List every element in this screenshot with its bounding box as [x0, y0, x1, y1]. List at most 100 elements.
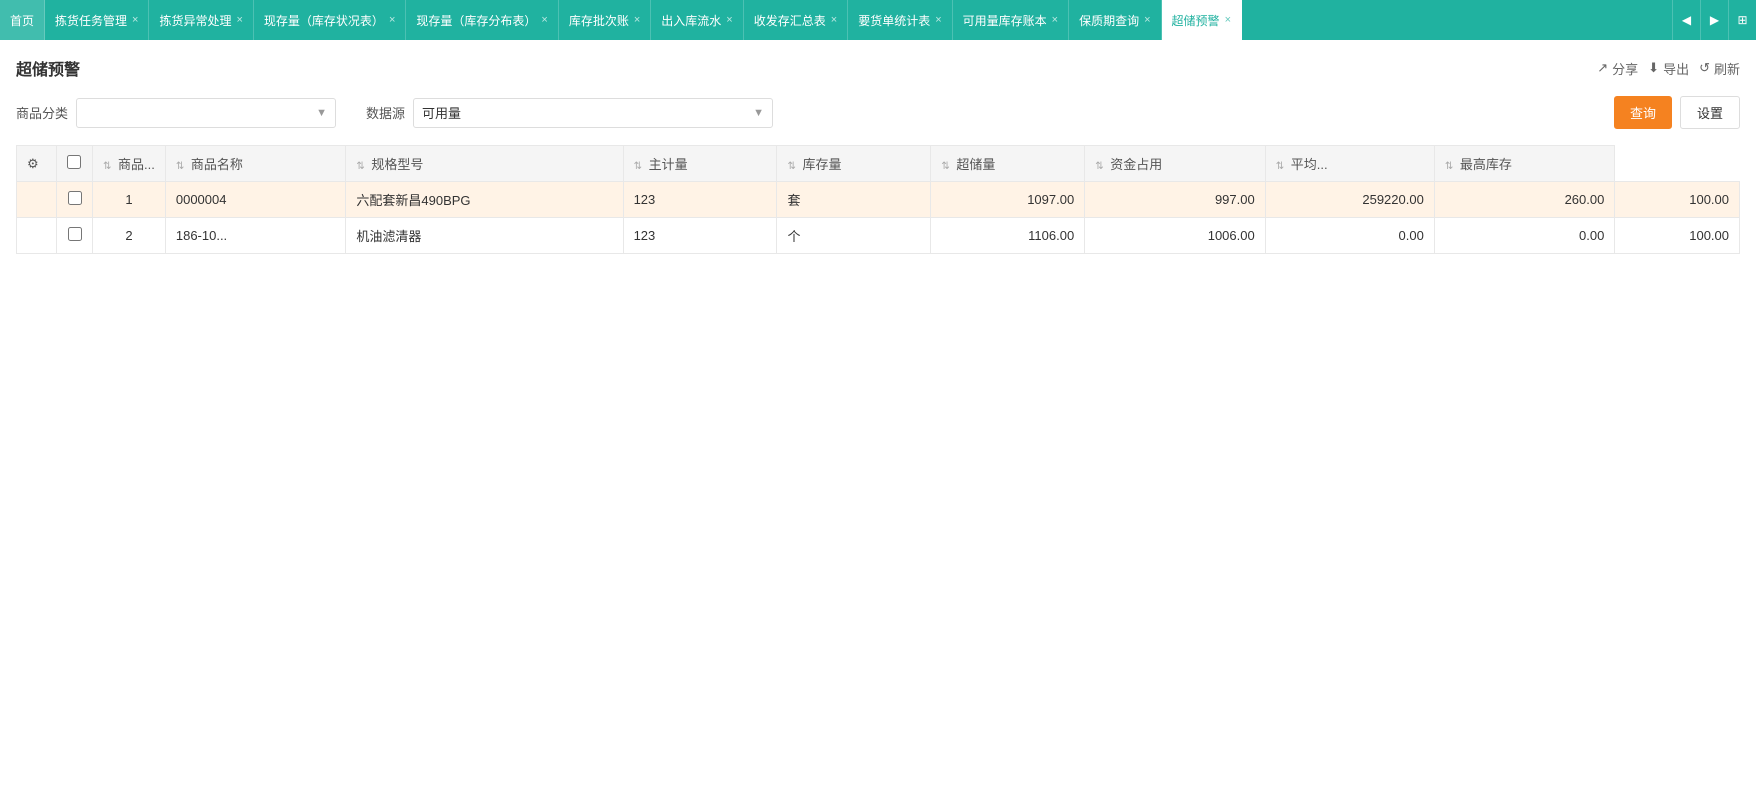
col-header-overstock[interactable]: ⇅ 超储量: [931, 146, 1085, 182]
nav-tab-inv-dist-close[interactable]: ×: [541, 14, 547, 26]
top-nav: 首页 拣货任务管理 × 拣货异常处理 × 现存量（库存状况表） × 现存量（库存…: [0, 0, 1756, 40]
row-stock: 1097.00: [931, 182, 1085, 218]
nav-tab-avail-close[interactable]: ×: [1052, 14, 1058, 26]
sort-icon-spec: ⇅: [356, 161, 364, 172]
nav-tab-task-close[interactable]: ×: [132, 14, 138, 26]
data-table: ⚙ ⇅ 商品... ⇅ 商品名称 ⇅ 规格型号 ⇅: [16, 145, 1740, 254]
refresh-button[interactable]: ↺ 刷新: [1699, 59, 1740, 78]
table-row: 2 186-10... 机油滤清器 123 个 1106.00 1006.00 …: [17, 218, 1740, 254]
export-button[interactable]: ⬇ 导出: [1648, 59, 1689, 78]
nav-expand-btn[interactable]: ⊞: [1728, 0, 1756, 40]
sort-icon-capital: ⇅: [1095, 161, 1103, 172]
col-header-max-stock[interactable]: ⇅ 最高库存: [1434, 146, 1615, 182]
gear-icon[interactable]: ⚙: [27, 156, 39, 171]
nav-tab-available[interactable]: 可用量库存账本 ×: [953, 0, 1069, 40]
nav-tab-flow-label: 出入库流水: [661, 12, 721, 29]
category-select[interactable]: ▼: [76, 98, 336, 128]
export-label: 导出: [1663, 59, 1689, 78]
row-checkbox-1[interactable]: [68, 227, 82, 241]
row-number: 2: [93, 218, 166, 254]
row-checkbox-cell[interactable]: [57, 182, 93, 218]
sort-icon-code: ⇅: [103, 161, 111, 172]
row-checkbox-0[interactable]: [68, 191, 82, 205]
export-icon: ⬇: [1648, 60, 1659, 76]
row-name: 六配套新昌490BPG: [346, 182, 623, 218]
nav-tab-inventory-status[interactable]: 现存量（库存状况表） ×: [254, 0, 406, 40]
share-label: 分享: [1612, 59, 1638, 78]
nav-tab-overstock[interactable]: 超储预警 ×: [1162, 0, 1242, 40]
sort-icon-max-stock: ⇅: [1445, 161, 1453, 172]
nav-tab-avail-label: 可用量库存账本: [963, 12, 1047, 29]
nav-tab-order-close[interactable]: ×: [935, 14, 941, 26]
nav-tab-inventory-dist[interactable]: 现存量（库存分布表） ×: [406, 0, 558, 40]
nav-tab-shelf-life[interactable]: 保质期查询 ×: [1069, 0, 1161, 40]
settings-button[interactable]: 设置: [1680, 96, 1740, 129]
nav-tab-home[interactable]: 首页: [0, 0, 45, 40]
row-settings-cell: [17, 218, 57, 254]
nav-tab-collect-close[interactable]: ×: [831, 14, 837, 26]
col-header-name[interactable]: ⇅ 商品名称: [165, 146, 346, 182]
nav-tab-inv-status-label: 现存量（库存状况表）: [264, 12, 384, 29]
share-icon: ↗: [1597, 60, 1608, 76]
row-unit: 套: [777, 182, 931, 218]
row-spec: 123: [623, 182, 777, 218]
row-unit: 个: [777, 218, 931, 254]
col-header-capital[interactable]: ⇅ 资金占用: [1085, 146, 1266, 182]
nav-arrows: ◀ ▶ ⊞: [1672, 0, 1756, 40]
sort-icon-overstock: ⇅: [941, 161, 949, 172]
row-capital: 259220.00: [1265, 182, 1434, 218]
filter-actions: 查询 设置: [1614, 96, 1740, 129]
nav-tab-batch-label: 库存批次账: [569, 12, 629, 29]
datasource-select[interactable]: 可用量 ▼: [413, 98, 773, 128]
row-avg: 0.00: [1434, 218, 1615, 254]
nav-tab-task-mgmt[interactable]: 拣货任务管理 ×: [45, 0, 149, 40]
col-header-code[interactable]: ⇅ 商品...: [93, 146, 166, 182]
nav-tab-order-stat[interactable]: 要货单统计表 ×: [848, 0, 952, 40]
datasource-chevron-icon: ▼: [753, 107, 764, 119]
col-header-settings: ⚙: [17, 146, 57, 182]
nav-tab-inv-status-close[interactable]: ×: [389, 14, 395, 26]
nav-tab-collect[interactable]: 收发存汇总表 ×: [744, 0, 848, 40]
nav-tab-shelf-close[interactable]: ×: [1144, 14, 1150, 26]
nav-tab-abnormal[interactable]: 拣货异常处理 ×: [149, 0, 253, 40]
sort-icon-unit: ⇅: [634, 161, 642, 172]
refresh-label: 刷新: [1714, 59, 1740, 78]
share-button[interactable]: ↗ 分享: [1597, 59, 1638, 78]
col-header-spec[interactable]: ⇅ 规格型号: [346, 146, 623, 182]
nav-tab-home-label: 首页: [10, 12, 34, 29]
nav-tab-abnormal-close[interactable]: ×: [236, 14, 242, 26]
col-header-unit[interactable]: ⇅ 主计量: [623, 146, 777, 182]
nav-tab-abnormal-label: 拣货异常处理: [159, 12, 231, 29]
query-button[interactable]: 查询: [1614, 96, 1672, 129]
col-header-stock[interactable]: ⇅ 库存量: [777, 146, 931, 182]
col-header-checkbox[interactable]: [57, 146, 93, 182]
row-capital: 0.00: [1265, 218, 1434, 254]
nav-tab-overstock-label: 超储预警: [1172, 12, 1220, 29]
nav-tab-task-label: 拣货任务管理: [55, 12, 127, 29]
refresh-icon: ↺: [1699, 60, 1710, 76]
nav-tab-inout-flow[interactable]: 出入库流水 ×: [651, 0, 743, 40]
col-header-avg[interactable]: ⇅ 平均...: [1265, 146, 1434, 182]
nav-left-arrow[interactable]: ◀: [1672, 0, 1700, 40]
nav-tab-overstock-close[interactable]: ×: [1225, 14, 1231, 26]
nav-tab-flow-close[interactable]: ×: [726, 14, 732, 26]
category-label: 商品分类: [16, 103, 68, 122]
row-name: 机油滤清器: [346, 218, 623, 254]
row-number: 1: [93, 182, 166, 218]
select-all-checkbox[interactable]: [67, 155, 81, 169]
row-settings-cell: [17, 182, 57, 218]
row-spec: 123: [623, 218, 777, 254]
page-title: 超储预警: [16, 56, 80, 80]
category-chevron-icon: ▼: [316, 107, 327, 119]
row-checkbox-cell[interactable]: [57, 218, 93, 254]
row-overstock: 997.00: [1085, 182, 1266, 218]
nav-tab-batch[interactable]: 库存批次账 ×: [559, 0, 651, 40]
sort-icon-stock: ⇅: [787, 161, 795, 172]
filter-row: 商品分类 ▼ 数据源 可用量 ▼ 查询 设置: [16, 96, 1740, 129]
nav-tab-batch-close[interactable]: ×: [634, 14, 640, 26]
datasource-select-value: 可用量: [422, 103, 461, 122]
nav-right-arrow[interactable]: ▶: [1700, 0, 1728, 40]
header-actions: ↗ 分享 ⬇ 导出 ↺ 刷新: [1597, 59, 1740, 78]
nav-tab-inv-dist-label: 现存量（库存分布表）: [416, 12, 536, 29]
row-avg: 260.00: [1434, 182, 1615, 218]
